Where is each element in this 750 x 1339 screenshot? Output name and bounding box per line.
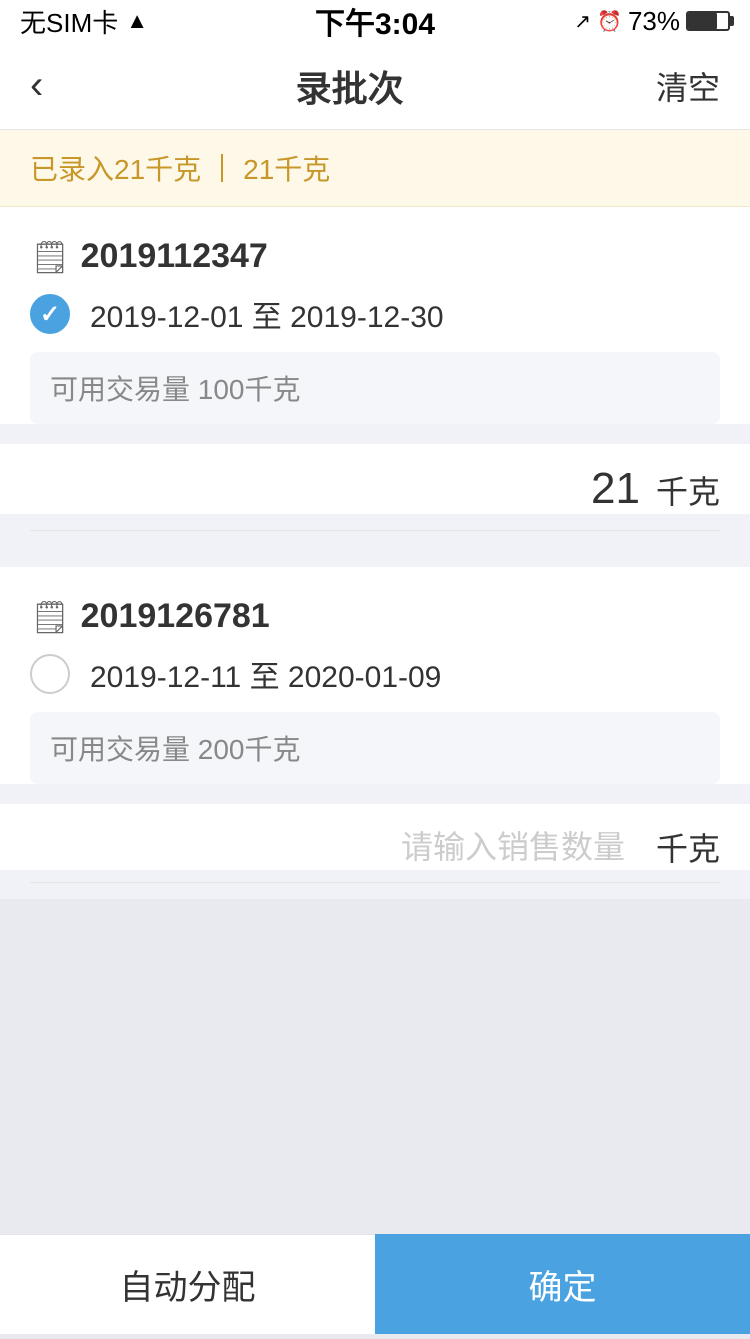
card1-id: 2019112347	[81, 237, 268, 276]
card2-unit: 千克	[656, 824, 720, 870]
info-divider	[221, 154, 223, 182]
info-label: 已录入21千克	[30, 148, 201, 188]
battery-fill	[688, 13, 717, 29]
card2-header: 🗒 2019126781	[30, 597, 720, 636]
status-right: ↗ ⏰ 73%	[574, 6, 730, 37]
sim-text: 无SIM卡	[20, 3, 118, 40]
clear-button[interactable]: 清空	[656, 63, 720, 109]
card2-radio[interactable]	[30, 654, 70, 694]
card2-date-range: 2019-12-11 至 2020-01-09	[90, 652, 441, 696]
confirm-label: 确定	[529, 1260, 597, 1309]
location-icon: ↗	[574, 9, 591, 34]
status-bar: 无SIM卡 ▲ 下午3:04 ↗ ⏰ 73%	[0, 0, 750, 42]
back-button[interactable]: ‹	[30, 63, 43, 108]
card1-amount-unit: 千克	[656, 467, 720, 513]
alarm-icon: ⏰	[597, 9, 622, 34]
status-left: 无SIM卡 ▲	[20, 3, 148, 40]
wifi-icon: ▲	[126, 8, 148, 34]
card1-radio[interactable]	[30, 294, 70, 334]
bottom-bar: 自动分配 确定	[0, 1234, 750, 1334]
card1-amount-row: 21 千克	[0, 444, 750, 514]
card2-avail: 可用交易量 200千克	[30, 712, 720, 784]
battery-percent: 73%	[628, 6, 680, 37]
card1-divider	[30, 530, 720, 531]
card-separator-1	[0, 547, 750, 567]
battery-icon	[686, 11, 730, 31]
auto-distribute-button[interactable]: 自动分配	[0, 1234, 375, 1334]
nav-bar: ‹ 录批次 清空	[0, 42, 750, 130]
card1-header: 🗒 2019112347	[30, 237, 720, 276]
card1-row: 2019-12-01 至 2019-12-30	[30, 292, 720, 336]
card1-date-range: 2019-12-01 至 2019-12-30	[90, 292, 444, 336]
card1-avail: 可用交易量 100千克	[30, 352, 720, 424]
qty-input[interactable]	[240, 829, 640, 866]
batch-card-2: 🗒 2019126781 2019-12-11 至 2020-01-09 可用交…	[0, 567, 750, 784]
page-title: 录批次	[296, 60, 404, 112]
status-time: 下午3:04	[315, 0, 435, 43]
info-value: 21千克	[243, 148, 330, 188]
card2-row: 2019-12-11 至 2020-01-09	[30, 652, 720, 696]
card2-input-row: 千克	[0, 804, 750, 870]
auto-distribute-label: 自动分配	[120, 1260, 256, 1309]
card2-icon: 🗒	[30, 598, 71, 636]
card1-amount-value: 21	[591, 464, 640, 514]
input-underline	[30, 882, 720, 883]
batch-card-1: 🗒 2019112347 2019-12-01 至 2019-12-30 可用交…	[0, 207, 750, 424]
info-banner: 已录入21千克 21千克	[0, 130, 750, 207]
card2-id: 2019126781	[81, 597, 270, 636]
confirm-button[interactable]: 确定	[375, 1234, 750, 1334]
card1-icon: 🗒	[30, 238, 71, 276]
